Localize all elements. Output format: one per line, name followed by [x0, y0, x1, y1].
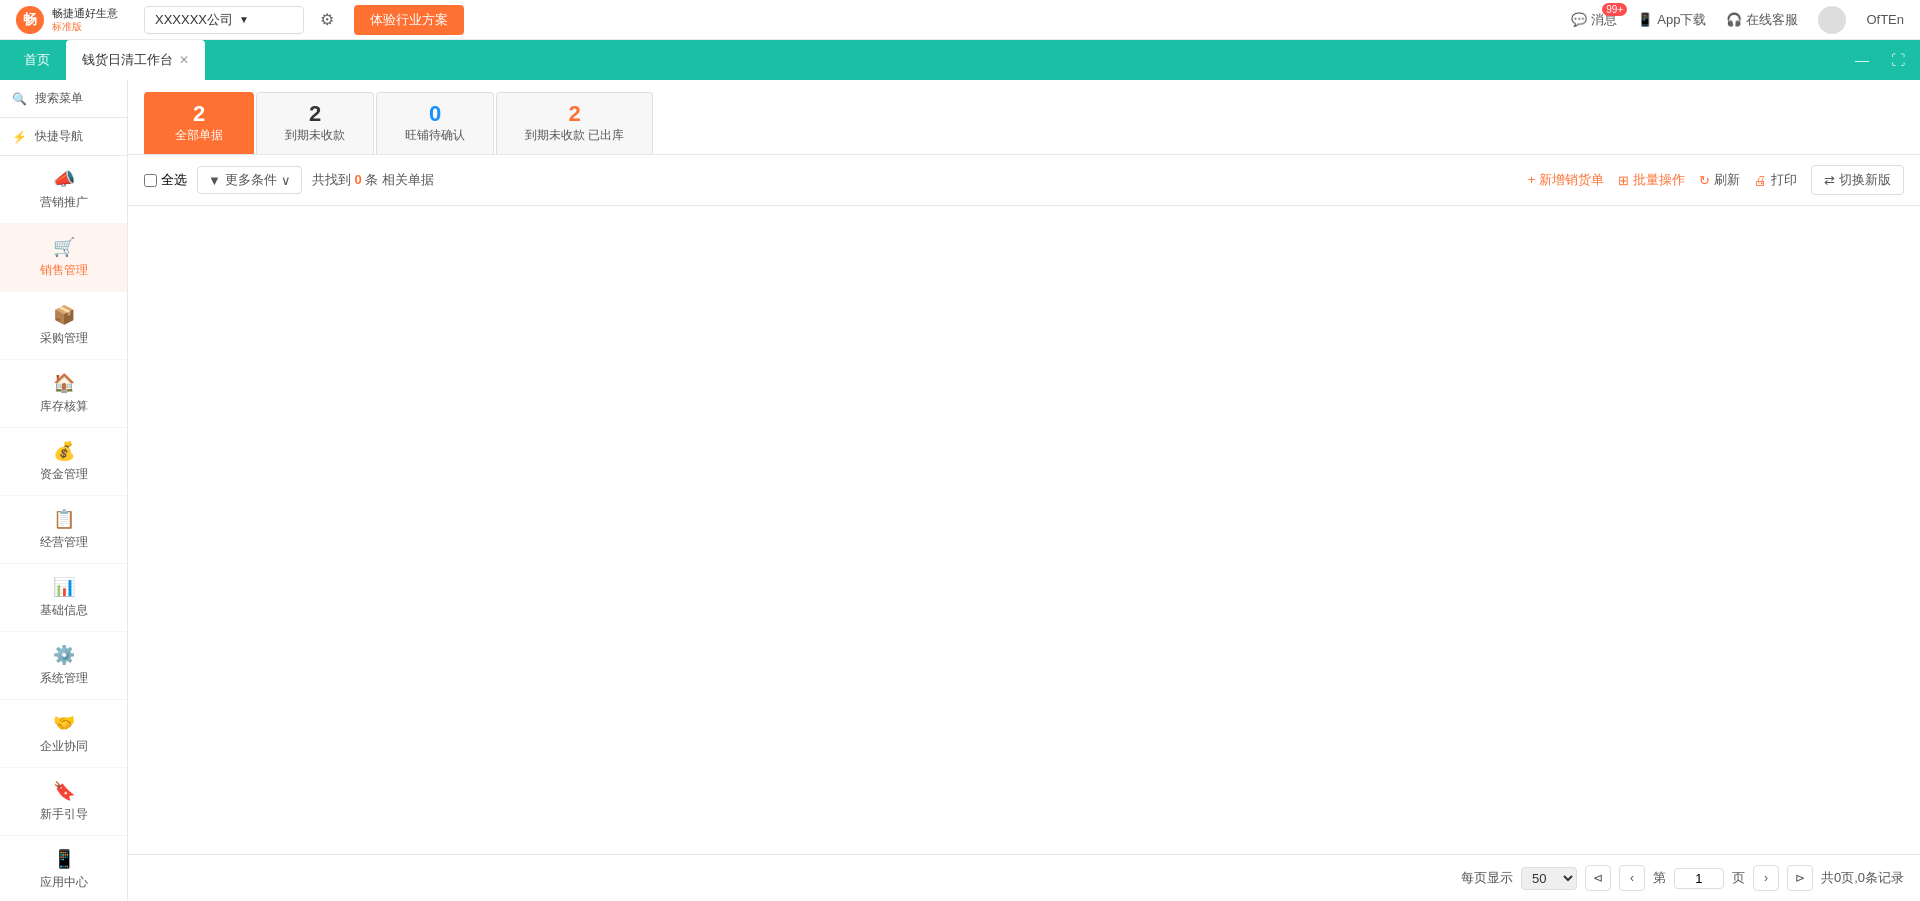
sidebar-search[interactable]: 🔍 搜索菜单: [0, 80, 127, 118]
table-area: [128, 206, 1920, 854]
content-area: 2 全部单据 2 到期未收款 0 旺铺待确认 2 到期未收款 已出库 全选: [128, 80, 1920, 901]
app-download-icon: 📱: [1637, 12, 1653, 27]
basic-info-icon: 📊: [53, 576, 75, 598]
tab-close-icon[interactable]: ✕: [179, 53, 189, 67]
app-download-button[interactable]: 📱 App下载: [1637, 11, 1706, 29]
sales-icon: 🛒: [53, 236, 75, 258]
purchase-icon: 📦: [53, 304, 75, 326]
nav-tabs: 首页 钱货日清工作台 ✕ — ⛶: [0, 40, 1920, 80]
chevron-down-icon: ▼: [239, 14, 249, 25]
sidebar-quick-nav[interactable]: ⚡ 快捷导航: [0, 118, 127, 156]
checkbox-all-input[interactable]: [144, 174, 157, 187]
refresh-icon: ↻: [1699, 173, 1710, 188]
new-sales-order-button[interactable]: + 新增销货单: [1528, 171, 1604, 189]
page-suffix: 页: [1732, 869, 1745, 887]
finance-icon: 💰: [53, 440, 75, 462]
filter-icon: ▼: [208, 173, 221, 188]
filter-tab-all[interactable]: 2 全部单据: [144, 92, 254, 154]
sidebar: 🔍 搜索菜单 ⚡ 快捷导航 📣 营销推广 🛒 销售管理 📦 采购管理 🏠 库存核…: [0, 80, 128, 901]
switch-icon: ⇄: [1824, 173, 1835, 188]
sidebar-item-basic-info[interactable]: 📊 基础信息: [0, 564, 127, 632]
company-selector[interactable]: XXXXXX公司 ▼: [144, 6, 304, 34]
operations-icon: 📋: [53, 508, 75, 530]
logo-icon: 畅: [16, 6, 44, 34]
cooperation-icon: 🤝: [53, 712, 75, 734]
sidebar-item-cooperation[interactable]: 🤝 企业协同: [0, 700, 127, 768]
chevron-filter-icon: ∨: [281, 173, 291, 188]
maximize-button[interactable]: ⛶: [1884, 46, 1912, 74]
page-number-input[interactable]: [1674, 868, 1724, 889]
sidebar-item-guide[interactable]: 🔖 新手引导: [0, 768, 127, 836]
prev-page-button[interactable]: ‹: [1619, 865, 1645, 891]
per-page-label: 每页显示: [1461, 869, 1513, 887]
sidebar-item-inventory[interactable]: 🏠 库存核算: [0, 360, 127, 428]
top-header: 畅 畅捷通好生意 标准版 XXXXXX公司 ▼ ⚙ 体验行业方案 💬 消息 99…: [0, 0, 1920, 40]
app-center-icon: 📱: [53, 848, 75, 870]
main-layout: 🔍 搜索菜单 ⚡ 快捷导航 📣 营销推广 🛒 销售管理 📦 采购管理 🏠 库存核…: [0, 80, 1920, 901]
message-badge: 99+: [1602, 3, 1627, 16]
filter-tab-overdue[interactable]: 2 到期未收款: [256, 92, 374, 154]
sidebar-item-purchase[interactable]: 📦 采购管理: [0, 292, 127, 360]
switch-version-button[interactable]: ⇄ 切换新版: [1811, 165, 1904, 195]
batch-operation-button[interactable]: ⊞ 批量操作: [1618, 171, 1685, 189]
sidebar-item-app-center[interactable]: 📱 应用中心: [0, 836, 127, 901]
page-label: 第: [1653, 869, 1666, 887]
filter-tab-wangpu[interactable]: 0 旺铺待确认: [376, 92, 494, 154]
headset-icon: 🎧: [1726, 12, 1742, 27]
logo-text: 畅捷通好生意 标准版: [52, 6, 118, 33]
marketing-icon: 📣: [53, 168, 75, 190]
guide-icon: 🔖: [53, 780, 75, 802]
print-icon: 🖨: [1754, 173, 1767, 188]
filter-tab-overdue-shipped[interactable]: 2 到期未收款 已出库: [496, 92, 653, 154]
quick-nav-icon: ⚡: [12, 130, 27, 144]
sidebar-item-finance[interactable]: 💰 资金管理: [0, 428, 127, 496]
header-right: 💬 消息 99+ 📱 App下载 🎧 在线客服 OfTEn: [1571, 6, 1904, 34]
toolbar-left: 全选 ▼ 更多条件 ∨ 共找到 0 条 相关单据: [144, 166, 434, 194]
next-page-button[interactable]: ›: [1753, 865, 1779, 891]
system-icon: ⚙️: [53, 644, 75, 666]
avatar-name[interactable]: OfTEn: [1866, 12, 1904, 27]
nav-right-actions: — ⛶: [1848, 46, 1912, 74]
sidebar-item-system[interactable]: ⚙️ 系统管理: [0, 632, 127, 700]
sidebar-item-operations[interactable]: 📋 经营管理: [0, 496, 127, 564]
tab-workbench[interactable]: 钱货日清工作台 ✕: [66, 40, 205, 80]
batch-icon: ⊞: [1618, 173, 1629, 188]
refresh-button[interactable]: ↻ 刷新: [1699, 171, 1740, 189]
logo-area: 畅 畅捷通好生意 标准版: [16, 6, 144, 34]
message-icon: 💬: [1571, 12, 1587, 27]
trial-button[interactable]: 体验行业方案: [354, 5, 464, 35]
sidebar-item-sales[interactable]: 🛒 销售管理: [0, 224, 127, 292]
search-icon: 🔍: [12, 92, 27, 106]
toolbar-right: + 新增销货单 ⊞ 批量操作 ↻ 刷新 🖨 打印 ⇄ 切换新版: [1528, 165, 1904, 195]
filter-tabs: 2 全部单据 2 到期未收款 0 旺铺待确认 2 到期未收款 已出库: [128, 80, 1920, 155]
toolbar: 全选 ▼ 更多条件 ∨ 共找到 0 条 相关单据 + 新增销货单 ⊞: [128, 155, 1920, 206]
total-records-text: 共0页,0条记录: [1821, 869, 1904, 887]
sidebar-item-marketing[interactable]: 📣 营销推广: [0, 156, 127, 224]
tab-home[interactable]: 首页: [8, 40, 66, 80]
print-button[interactable]: 🖨 打印: [1754, 171, 1797, 189]
first-page-button[interactable]: ⊲: [1585, 865, 1611, 891]
minimize-button[interactable]: —: [1848, 46, 1876, 74]
found-count: 0: [355, 172, 362, 187]
company-name: XXXXXX公司: [155, 11, 233, 29]
inventory-icon: 🏠: [53, 372, 75, 394]
per-page-select[interactable]: 50 100 200: [1521, 867, 1577, 890]
last-page-button[interactable]: ⊳: [1787, 865, 1813, 891]
more-filters-button[interactable]: ▼ 更多条件 ∨: [197, 166, 302, 194]
online-service-button[interactable]: 🎧 在线客服: [1726, 11, 1798, 29]
select-all-checkbox[interactable]: 全选: [144, 171, 187, 189]
message-button[interactable]: 💬 消息 99+: [1571, 11, 1617, 29]
avatar[interactable]: [1818, 6, 1846, 34]
settings-button[interactable]: ⚙: [312, 5, 342, 35]
found-text: 共找到 0 条 相关单据: [312, 171, 434, 189]
pagination: 每页显示 50 100 200 ⊲ ‹ 第 页 › ⊳ 共0页,0条记录: [128, 854, 1920, 901]
